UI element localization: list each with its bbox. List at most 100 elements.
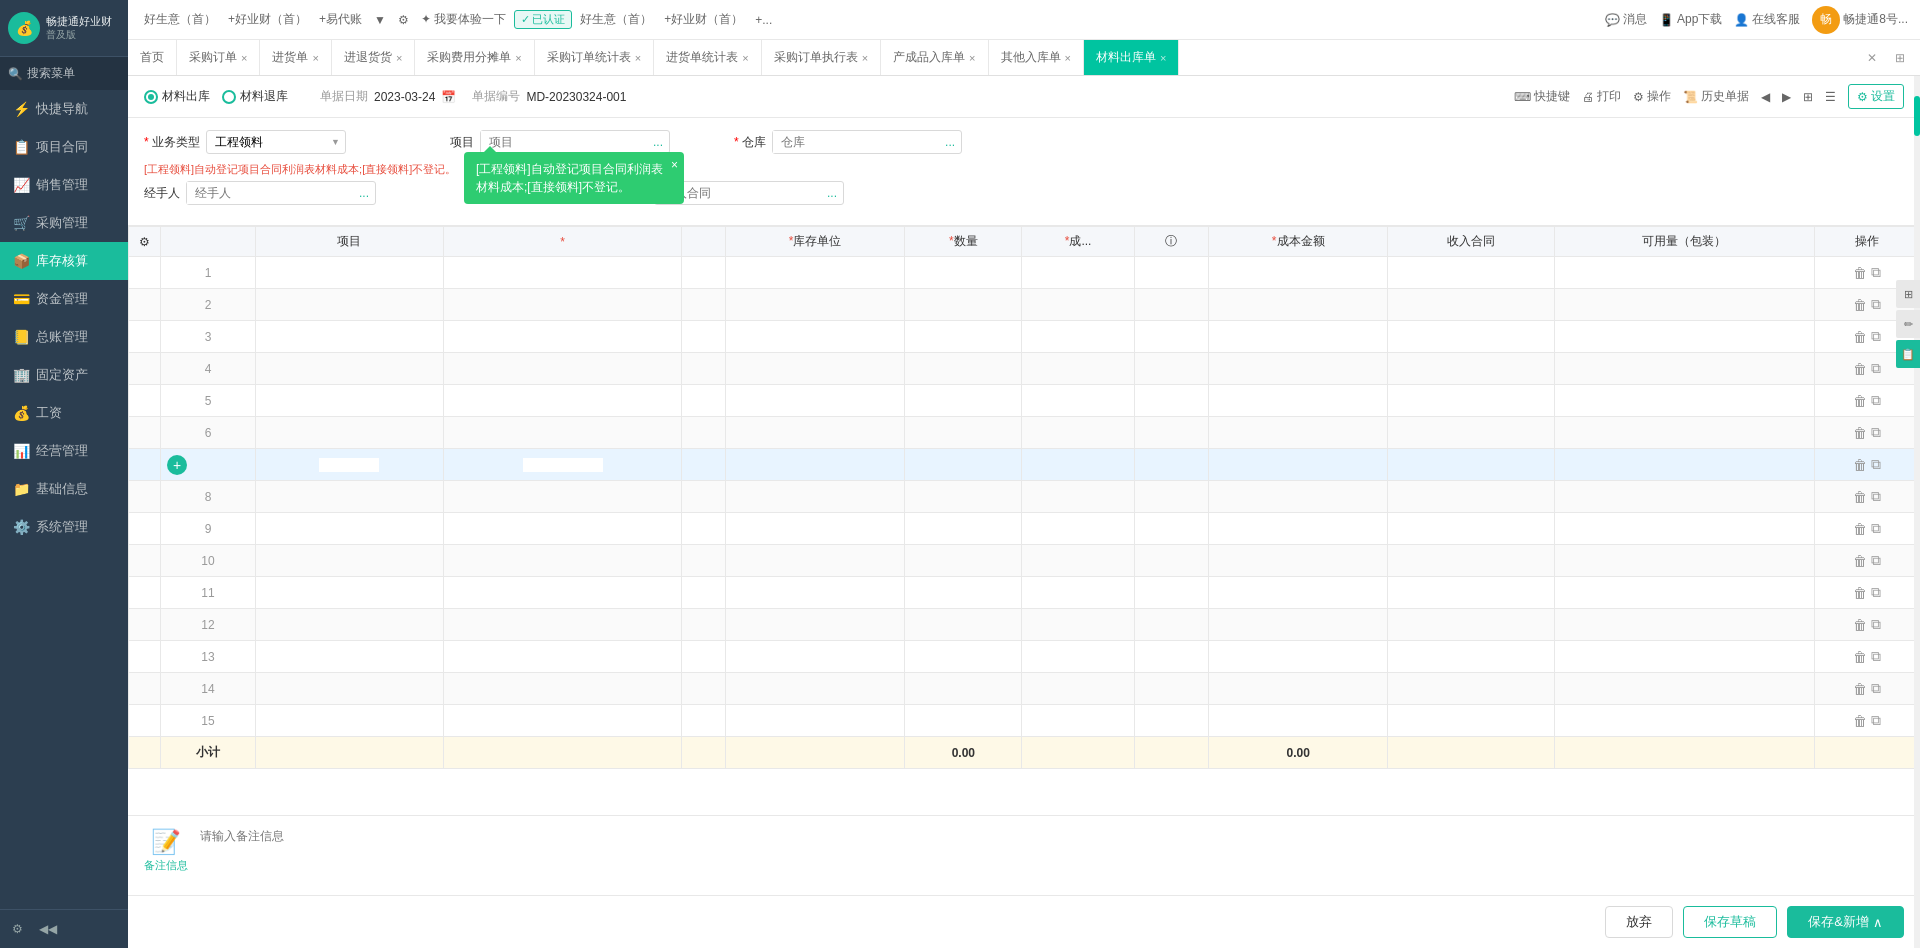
row-cell-9-5[interactable]	[1209, 513, 1388, 545]
row-cell-6-5[interactable]	[1209, 417, 1388, 449]
row-cell-3-5[interactable]	[1209, 321, 1388, 353]
row-cell-13-0[interactable]	[682, 641, 726, 673]
tab-inbound[interactable]: 进货单 ×	[260, 40, 331, 76]
copy-btn-1[interactable]: ⧉	[1871, 264, 1881, 281]
row-cell-13-6[interactable]	[1388, 641, 1555, 673]
row-cell-15-7[interactable]	[1555, 705, 1814, 737]
tab-inbound-stats-close[interactable]: ×	[742, 52, 748, 64]
topbar-more-dropdown[interactable]: ▼	[370, 11, 390, 29]
tab-material-outbound[interactable]: 材料出库单 ×	[1084, 40, 1179, 76]
note-textarea[interactable]	[200, 828, 1904, 856]
tab-inbound-stats[interactable]: 进货单统计表 ×	[654, 40, 761, 76]
row-material-2[interactable]	[443, 289, 682, 321]
delete-btn-13[interactable]: 🗑	[1853, 649, 1867, 665]
add-row-btn[interactable]: +	[167, 455, 187, 475]
row-cell-6-0[interactable]	[682, 417, 726, 449]
row-cell-10-1[interactable]	[726, 545, 905, 577]
project-input[interactable]	[481, 131, 647, 153]
row-cell-2-2[interactable]	[905, 289, 1022, 321]
copy-btn-7[interactable]: ⧉	[1871, 456, 1881, 473]
row-cell-2-6[interactable]	[1388, 289, 1555, 321]
row-cell-8-7[interactable]	[1555, 481, 1814, 513]
row-item-6[interactable]	[256, 417, 444, 449]
row-material-3[interactable]	[443, 321, 682, 353]
print-btn[interactable]: 🖨 打印	[1582, 88, 1621, 105]
row-cell-3-0[interactable]	[682, 321, 726, 353]
topbar-ellipsis[interactable]: +...	[751, 11, 776, 29]
delete-btn-11[interactable]: 🗑	[1853, 585, 1867, 601]
copy-btn-11[interactable]: ⧉	[1871, 584, 1881, 601]
topbar-settings-icon[interactable]: ⚙	[394, 11, 413, 29]
row-item-input-7[interactable]	[319, 458, 379, 472]
row-cell-10-2[interactable]	[905, 545, 1022, 577]
row-cell-4-5[interactable]	[1209, 353, 1388, 385]
sidebar-item-ledger[interactable]: 📒 总账管理	[0, 318, 128, 356]
row-cell-12-2[interactable]	[905, 609, 1022, 641]
copy-btn-4[interactable]: ⧉	[1871, 360, 1881, 377]
row-cell-5-2[interactable]	[905, 385, 1022, 417]
row-cell-5-0[interactable]	[682, 385, 726, 417]
row-cell-12-3[interactable]	[1022, 609, 1134, 641]
row-cell-11-1[interactable]	[726, 577, 905, 609]
topbar-link-haoshengyi[interactable]: 好生意（首）	[140, 9, 220, 30]
sidebar-settings-btn[interactable]: ⚙	[8, 918, 27, 940]
right-tool-2[interactable]: ✏	[1896, 310, 1920, 338]
row-cell-14-0[interactable]	[682, 673, 726, 705]
tab-inbound-close[interactable]: ×	[312, 52, 318, 64]
sidebar-item-basic[interactable]: 📁 基础信息	[0, 470, 128, 508]
row-cell-4-3[interactable]	[1022, 353, 1134, 385]
save-new-button[interactable]: 保存&新增 ∧	[1787, 906, 1904, 938]
row-cell-14-4[interactable]	[1134, 673, 1209, 705]
row-cell-2-1[interactable]	[726, 289, 905, 321]
sidebar-item-assets[interactable]: 🏢 固定资产	[0, 356, 128, 394]
row-material-8[interactable]	[443, 481, 682, 513]
row-cell-10-0[interactable]	[682, 545, 726, 577]
row-cell-5-6[interactable]	[1388, 385, 1555, 417]
row-cell-11-6[interactable]	[1388, 577, 1555, 609]
delete-btn-5[interactable]: 🗑	[1853, 393, 1867, 409]
row-cell-10-5[interactable]	[1209, 545, 1388, 577]
copy-btn-5[interactable]: ⧉	[1871, 392, 1881, 409]
sidebar-search[interactable]: 🔍 搜索菜单	[0, 57, 128, 90]
row-cell-8-6[interactable]	[1388, 481, 1555, 513]
tab-purchase-exec-close[interactable]: ×	[862, 52, 868, 64]
row-cell-8-0[interactable]	[682, 481, 726, 513]
row-cell-5-4[interactable]	[1134, 385, 1209, 417]
row-cell-3-6[interactable]	[1388, 321, 1555, 353]
row-cell-1-1[interactable]	[726, 257, 905, 289]
row-material-1[interactable]	[443, 257, 682, 289]
row-cell-14-3[interactable]	[1022, 673, 1134, 705]
row-material-13[interactable]	[443, 641, 682, 673]
row-cell-7-6[interactable]	[1388, 449, 1555, 481]
delete-btn-14[interactable]: 🗑	[1853, 681, 1867, 697]
row-cell-8-4[interactable]	[1134, 481, 1209, 513]
row-cell-10-4[interactable]	[1134, 545, 1209, 577]
doc-date-value[interactable]: 2023-03-24	[374, 90, 435, 104]
row-cell-6-6[interactable]	[1388, 417, 1555, 449]
row-cell-5-7[interactable]	[1555, 385, 1814, 417]
row-cell-15-4[interactable]	[1134, 705, 1209, 737]
operations-btn[interactable]: ⚙ 操作	[1633, 88, 1671, 105]
delete-btn-15[interactable]: 🗑	[1853, 713, 1867, 729]
row-item-8[interactable]	[256, 481, 444, 513]
row-cell-15-3[interactable]	[1022, 705, 1134, 737]
tab-purchase-order-close[interactable]: ×	[241, 52, 247, 64]
row-item-11[interactable]	[256, 577, 444, 609]
topbar-link-haoshengyi2[interactable]: 好生意（首）	[576, 9, 656, 30]
copy-btn-12[interactable]: ⧉	[1871, 616, 1881, 633]
row-cell-7-5[interactable]	[1209, 449, 1388, 481]
grid-view-btn[interactable]: ⊞	[1803, 90, 1813, 104]
row-cell-11-0[interactable]	[682, 577, 726, 609]
delete-btn-8[interactable]: 🗑	[1853, 489, 1867, 505]
copy-btn-6[interactable]: ⧉	[1871, 424, 1881, 441]
row-cell-12-4[interactable]	[1134, 609, 1209, 641]
row-cell-5-5[interactable]	[1209, 385, 1388, 417]
row-cell-7-7[interactable]	[1555, 449, 1814, 481]
doc-num-value[interactable]: MD-20230324-001	[526, 90, 626, 104]
row-item-10[interactable]	[256, 545, 444, 577]
row-cell-1-4[interactable]	[1134, 257, 1209, 289]
row-cell-10-6[interactable]	[1388, 545, 1555, 577]
row-material-14[interactable]	[443, 673, 682, 705]
row-cell-13-4[interactable]	[1134, 641, 1209, 673]
right-tool-1[interactable]: ⊞	[1896, 280, 1920, 308]
